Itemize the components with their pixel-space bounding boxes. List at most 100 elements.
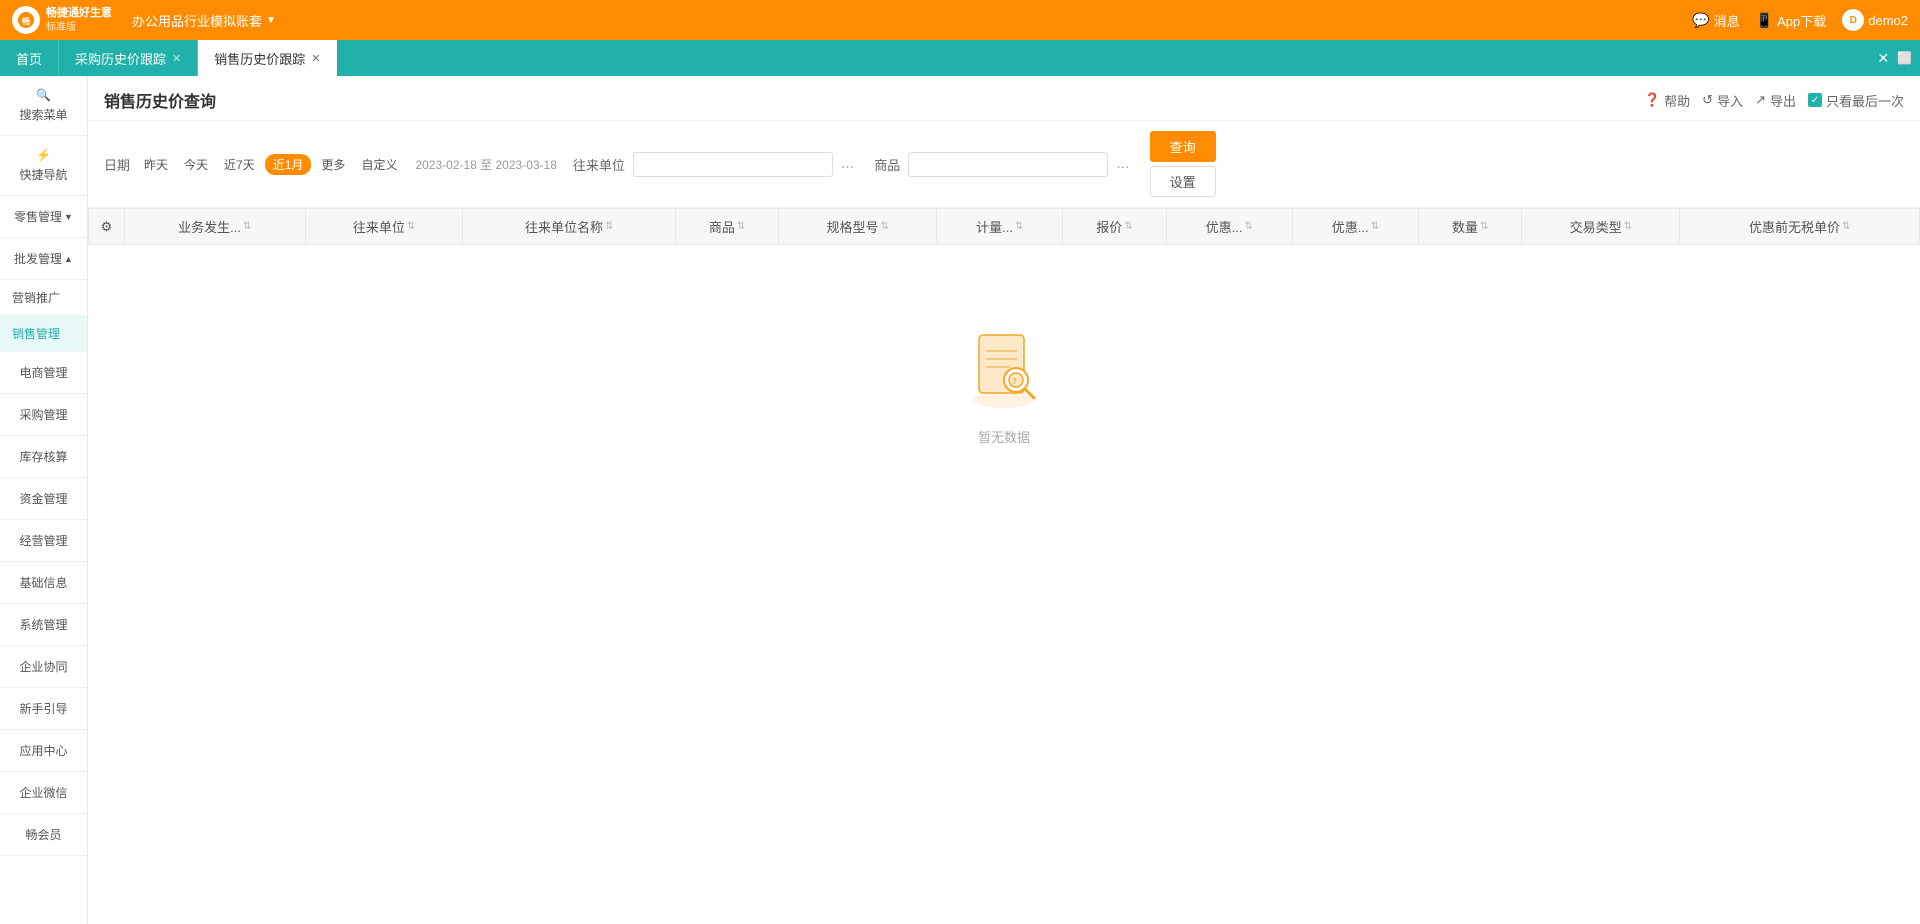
tab-purchase-history[interactable]: 采购历史价跟踪 ✕ bbox=[59, 40, 198, 76]
close-window-icon[interactable]: ✕ bbox=[1877, 50, 1889, 67]
marketing-label: 营销推广 bbox=[12, 291, 60, 305]
col-unit[interactable]: 计量...⇅ bbox=[937, 209, 1063, 245]
partner-input-group: ... bbox=[633, 152, 858, 177]
col-partner-name[interactable]: 往来单位名称⇅ bbox=[463, 209, 675, 245]
col-discount1[interactable]: 优惠...⇅ bbox=[1166, 209, 1292, 245]
sidebar-item-purchase-mgmt[interactable]: 采购管理 bbox=[0, 394, 87, 436]
sort-icon-trade-type: ⇅ bbox=[1624, 221, 1632, 232]
sort-icon-discount2: ⇅ bbox=[1371, 221, 1379, 232]
partner-code-label: 往来单位 bbox=[353, 217, 405, 236]
sort-icon-discount1: ⇅ bbox=[1245, 221, 1253, 232]
sidebar-item-marketing[interactable]: 营销推广 bbox=[0, 280, 87, 316]
sidebar-item-finance-mgmt[interactable]: 资金管理 bbox=[0, 478, 87, 520]
ecommerce-label: 电商管理 bbox=[19, 364, 67, 381]
sidebar-item-member[interactable]: 畅会员 bbox=[0, 814, 87, 856]
col-trade-type[interactable]: 交易类型⇅ bbox=[1522, 209, 1680, 245]
sidebar-item-enterprise-wechat[interactable]: 企业微信 bbox=[0, 772, 87, 814]
wholesale-mgmt-arrow: ▲ bbox=[64, 254, 73, 264]
help-action[interactable]: ❓ 帮助 bbox=[1644, 91, 1690, 110]
tab-sales-history[interactable]: 销售历史价跟踪 ✕ bbox=[198, 40, 337, 76]
query-button[interactable]: 查询 bbox=[1150, 131, 1216, 162]
empty-text: 暂无数据 bbox=[978, 427, 1030, 446]
empty-state: ? 暂无数据 bbox=[88, 245, 1920, 526]
partner-input[interactable] bbox=[633, 152, 833, 177]
purchase-tab-close[interactable]: ✕ bbox=[172, 52, 181, 65]
sidebar-item-system-mgmt[interactable]: 系统管理 bbox=[0, 604, 87, 646]
logo-area: 畅 畅捷通好生意 标准版 bbox=[12, 6, 112, 34]
col-biz-date[interactable]: 业务发生...⇅ bbox=[125, 209, 306, 245]
export-action[interactable]: ↗ 导出 bbox=[1755, 91, 1796, 110]
settings-button[interactable]: 设置 bbox=[1150, 166, 1216, 197]
partner-name-label: 往来单位名称 bbox=[525, 217, 603, 236]
retail-mgmt-label: 零售管理 bbox=[14, 208, 62, 225]
sidebar-item-operations-mgmt[interactable]: 经营管理 bbox=[0, 520, 87, 562]
col-pretax-price[interactable]: 优惠前无税单价⇅ bbox=[1680, 209, 1920, 245]
sidebar-item-beginner-guide[interactable]: 新手引导 bbox=[0, 688, 87, 730]
user-action[interactable]: D demo2 bbox=[1842, 9, 1908, 31]
help-icon: ❓ bbox=[1644, 92, 1660, 108]
col-settings[interactable]: ⚙ bbox=[89, 209, 125, 245]
column-settings-icon[interactable]: ⚙ bbox=[101, 219, 113, 234]
message-action[interactable]: 💬 消息 bbox=[1692, 11, 1739, 30]
app-selector-label: 办公用品行业模拟账套 bbox=[132, 11, 262, 30]
partner-dots[interactable]: ... bbox=[837, 155, 858, 173]
sidebar: 🔍 搜索菜单 ⚡ 快捷导航 零售管理 ▼ 批发管理 ▲ 营销推广 销售管理 电商… bbox=[0, 76, 88, 924]
operations-label: 经营管理 bbox=[19, 532, 67, 549]
sidebar-item-retail-mgmt[interactable]: 零售管理 ▼ bbox=[0, 196, 87, 238]
sidebar-item-sales-mgmt[interactable]: 销售管理 bbox=[0, 316, 87, 352]
sort-icon-pretax-price: ⇅ bbox=[1842, 221, 1850, 232]
only-last-checkbox[interactable]: ✓ 只看最后一次 bbox=[1808, 91, 1904, 110]
col-spec[interactable]: 规格型号⇅ bbox=[779, 209, 937, 245]
checkbox-icon: ✓ bbox=[1808, 93, 1822, 107]
sidebar-item-wholesale-mgmt[interactable]: 批发管理 ▲ bbox=[0, 238, 87, 280]
goods-input[interactable] bbox=[908, 152, 1108, 177]
beginner-guide-label: 新手引导 bbox=[19, 700, 67, 717]
logo-icon: 畅 bbox=[12, 6, 40, 34]
sidebar-item-ecommerce-mgmt[interactable]: 电商管理 bbox=[0, 352, 87, 394]
sidebar-item-inventory-check[interactable]: 库存核算 bbox=[0, 436, 87, 478]
date-opt-7days[interactable]: 近7天 bbox=[218, 154, 261, 175]
sidebar-item-app-center[interactable]: 应用中心 bbox=[0, 730, 87, 772]
topbar: 畅 畅捷通好生意 标准版 办公用品行业模拟账套 ▼ 💬 消息 📱 App下载 D… bbox=[0, 0, 1920, 40]
empty-icon: ? bbox=[954, 325, 1054, 415]
page-actions: ❓ 帮助 ↺ 导入 ↗ 导出 ✓ 只看最后一次 bbox=[1644, 91, 1904, 110]
col-quantity[interactable]: 数量⇅ bbox=[1418, 209, 1521, 245]
goods-dots[interactable]: ... bbox=[1112, 155, 1133, 173]
col-discount2[interactable]: 优惠...⇅ bbox=[1292, 209, 1418, 245]
search-menu-label: 搜索菜单 bbox=[19, 106, 67, 123]
date-options: 昨天 今天 近7天 近1月 更多 自定义 bbox=[138, 154, 403, 175]
sidebar-item-enterprise-agreement[interactable]: 企业协同 bbox=[0, 646, 87, 688]
tab-home[interactable]: 首页 bbox=[0, 40, 59, 76]
export-icon: ↗ bbox=[1755, 92, 1766, 108]
sidebar-item-basic-info[interactable]: 基础信息 bbox=[0, 562, 87, 604]
date-opt-custom[interactable]: 自定义 bbox=[355, 154, 403, 175]
app-selector[interactable]: 办公用品行业模拟账套 ▼ bbox=[120, 11, 288, 30]
col-quote[interactable]: 报价⇅ bbox=[1063, 209, 1166, 245]
content-area: 销售历史价查询 ❓ 帮助 ↺ 导入 ↗ 导出 ✓ 只看最后一次 bbox=[88, 76, 1920, 924]
date-opt-today[interactable]: 今天 bbox=[178, 154, 214, 175]
sidebar-item-quick-nav[interactable]: ⚡ 快捷导航 bbox=[0, 136, 87, 196]
enterprise-wechat-label: 企业微信 bbox=[19, 784, 67, 801]
col-partner-code[interactable]: 往来单位⇅ bbox=[305, 209, 463, 245]
table-header: ⚙ 业务发生...⇅ 往来单位⇅ 往来单位名称⇅ 商品⇅ bbox=[89, 209, 1920, 245]
date-opt-more[interactable]: 更多 bbox=[315, 154, 351, 175]
app-download-action[interactable]: 📱 App下载 bbox=[1756, 11, 1827, 30]
topbar-left: 畅 畅捷通好生意 标准版 办公用品行业模拟账套 ▼ bbox=[12, 6, 288, 34]
sidebar-item-search-menu[interactable]: 🔍 搜索菜单 bbox=[0, 76, 87, 136]
import-label: 导入 bbox=[1717, 91, 1743, 110]
message-icon: 💬 bbox=[1692, 12, 1709, 29]
import-action[interactable]: ↺ 导入 bbox=[1702, 91, 1743, 110]
system-mgmt-label: 系统管理 bbox=[19, 616, 67, 633]
action-buttons: 查询 设置 bbox=[1150, 131, 1216, 197]
purchase-mgmt-label: 采购管理 bbox=[19, 406, 67, 423]
date-opt-yesterday[interactable]: 昨天 bbox=[138, 154, 174, 175]
page-title: 销售历史价查询 bbox=[104, 88, 216, 112]
sales-tab-close[interactable]: ✕ bbox=[311, 52, 320, 65]
message-label: 消息 bbox=[1714, 11, 1740, 30]
goods-col-label: 商品 bbox=[709, 217, 735, 236]
date-opt-1month[interactable]: 近1月 bbox=[265, 154, 312, 175]
partner-label: 往来单位 bbox=[573, 155, 625, 174]
maximize-window-icon[interactable]: ⬜ bbox=[1897, 51, 1912, 65]
col-goods[interactable]: 商品⇅ bbox=[675, 209, 778, 245]
quantity-label: 数量 bbox=[1452, 217, 1478, 236]
